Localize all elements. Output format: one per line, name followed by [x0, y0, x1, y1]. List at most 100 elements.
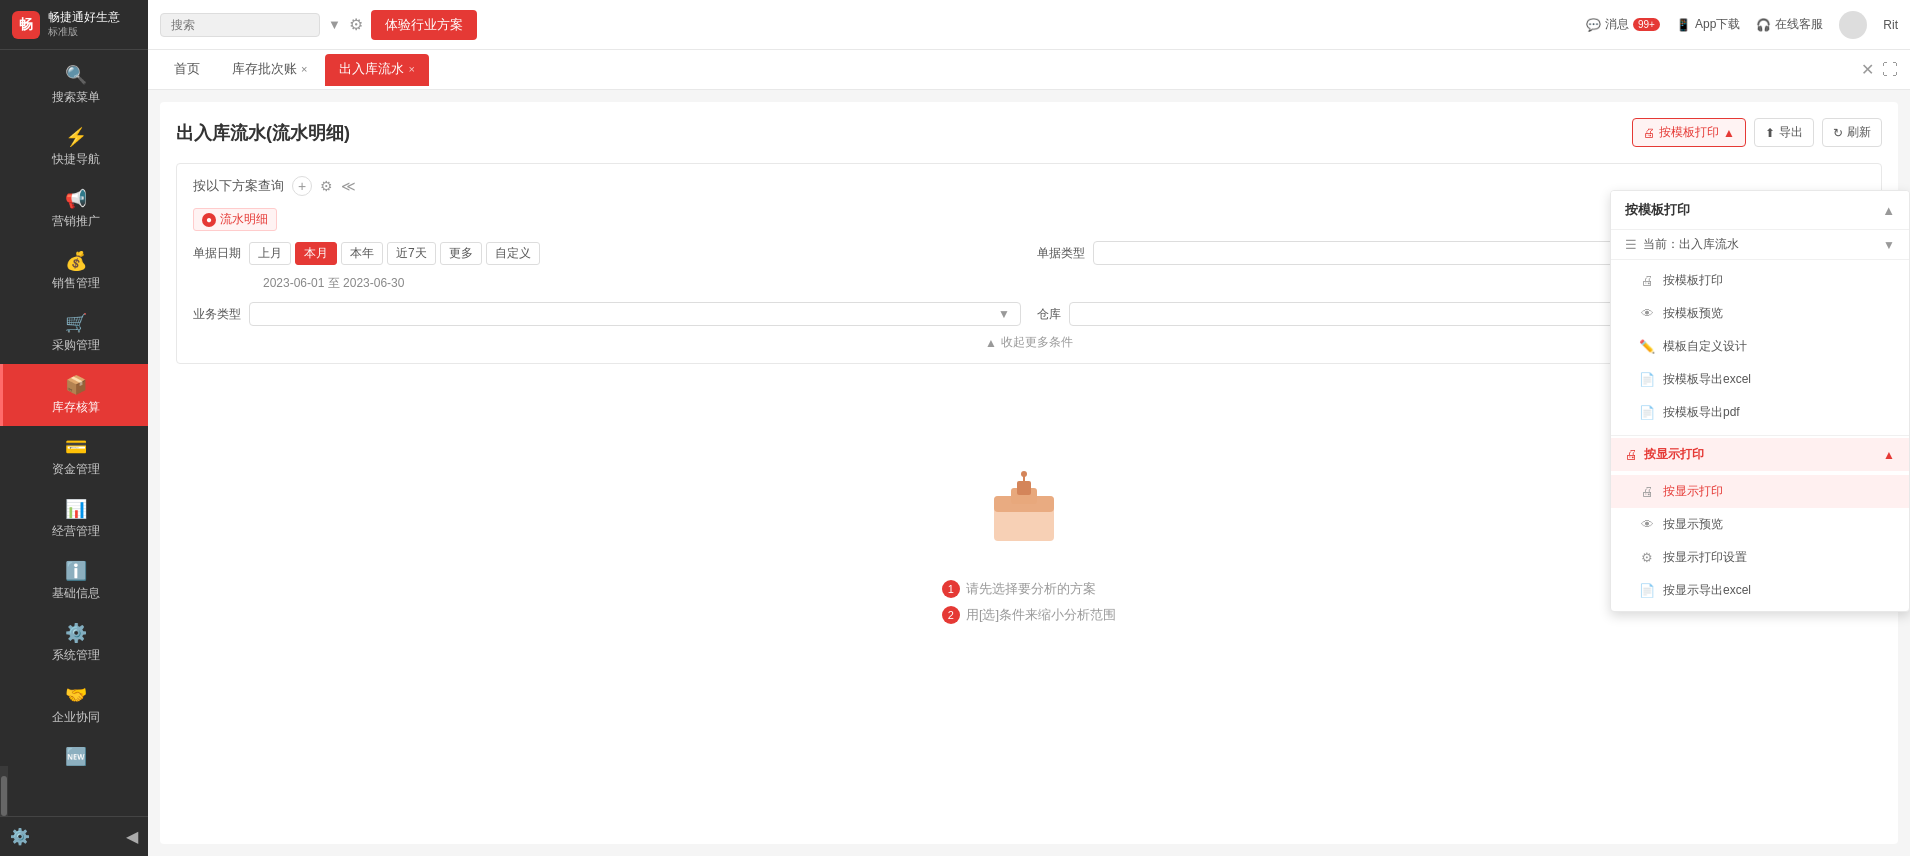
date-option-0[interactable]: 上月 [249, 242, 291, 265]
nav-icon-purchase: 🛒 [65, 312, 87, 334]
topbar-gear-icon[interactable]: ⚙ [349, 15, 363, 34]
date-option-5[interactable]: 自定义 [486, 242, 540, 265]
avatar[interactable] [1839, 11, 1867, 39]
date-option-1[interactable]: 本月 [295, 242, 337, 265]
filter-add-button[interactable]: + [292, 176, 312, 196]
template-item-4[interactable]: 📄按模板导出pdf [1611, 396, 1909, 429]
template-icon-3: 📄 [1639, 372, 1655, 388]
nav-label-quick: 快捷导航 [52, 151, 100, 168]
display-item-0[interactable]: 🖨按显示打印 [1611, 475, 1909, 508]
tab-close-batch[interactable]: × [301, 63, 307, 75]
tab-close-flow[interactable]: × [408, 63, 414, 75]
display-item-1[interactable]: 👁按显示预览 [1611, 508, 1909, 541]
filter-collapse-icon[interactable]: ≪ [341, 178, 356, 194]
date-option-4[interactable]: 更多 [440, 242, 482, 265]
sidebar-item-finance[interactable]: 💳 资金管理 [0, 426, 148, 488]
display-item-3[interactable]: 📄按显示导出excel [1611, 574, 1909, 607]
biz-arrow: ▼ [998, 307, 1010, 321]
app-download-button[interactable]: 📱 App下载 [1676, 16, 1740, 33]
collapse-button[interactable]: ▲ 收起更多条件 [985, 334, 1073, 351]
sidebar-item-system[interactable]: ⚙️系统管理 [0, 612, 148, 674]
sidebar-item-purchase[interactable]: 🛒 采购管理 [0, 302, 148, 364]
sidebar-scrollbar[interactable] [0, 766, 8, 816]
settings-icon[interactable]: ⚙️ [10, 827, 30, 846]
sidebar-item-marketing[interactable]: 📢营销推广 [0, 178, 148, 240]
template-label-3: 按模板导出excel [1663, 371, 1751, 388]
display-item-4[interactable]: 📄按显示导出pdf [1611, 607, 1909, 611]
topbar: ▼ ⚙ 体验行业方案 💬 消息 99+ 📱 App下载 🎧 在线客服 Rit [148, 0, 1910, 50]
nav-label-basic: 基础信息 [52, 585, 100, 602]
display-icon-3: 📄 [1639, 583, 1655, 599]
template-icon-0: 🖨 [1639, 273, 1655, 289]
collapse-icon[interactable]: ◀ [126, 827, 138, 846]
active-filter-tag[interactable]: ● 流水明细 [193, 208, 277, 231]
current-arrow[interactable]: ▼ [1883, 238, 1895, 252]
nav-label-purchase: 采购管理 [52, 337, 100, 354]
tab-batch[interactable]: 库存批次账× [218, 54, 321, 86]
print-template-button[interactable]: 🖨 按模板打印 ▲ [1632, 118, 1746, 147]
trial-button[interactable]: 体验行业方案 [371, 10, 477, 40]
online-service-button[interactable]: 🎧 在线客服 [1756, 16, 1823, 33]
sidebar-item-inventory[interactable]: 📦库存核算 [0, 364, 148, 426]
date-option-2[interactable]: 本年 [341, 242, 383, 265]
dropdown-close-arrow[interactable]: ▲ [1882, 203, 1895, 218]
display-section-arrow[interactable]: ▲ [1883, 448, 1895, 462]
display-item-2[interactable]: ⚙按显示打印设置 [1611, 541, 1909, 574]
app-label: App下载 [1695, 16, 1740, 33]
sidebar-item-sales[interactable]: 💰销售管理 [0, 240, 148, 302]
search-input[interactable] [160, 13, 320, 37]
chevron-up-icon: ▲ [1723, 126, 1735, 140]
biz-type-filter: 业务类型 ▼ [193, 302, 1021, 326]
service-label: 在线客服 [1775, 16, 1823, 33]
username[interactable]: Rit [1883, 18, 1898, 32]
message-button[interactable]: 💬 消息 99+ [1586, 16, 1660, 33]
export-button[interactable]: ⬆ 导出 [1754, 118, 1814, 147]
topbar-arrow-icon[interactable]: ▼ [328, 17, 341, 32]
scroll-thumb [1, 776, 7, 816]
date-option-3[interactable]: 近7天 [387, 242, 436, 265]
display-icon-1: 👁 [1639, 517, 1655, 533]
tag-label: 流水明细 [220, 211, 268, 228]
app-icon: 📱 [1676, 18, 1691, 32]
sidebar-item-search[interactable]: 🔍 搜索菜单 [0, 54, 148, 116]
template-item-1[interactable]: 👁按模板预览 [1611, 297, 1909, 330]
tab-close-all[interactable]: ✕ [1861, 60, 1874, 79]
filter-settings-icon[interactable]: ⚙ [320, 178, 333, 194]
sidebar: 畅 畅捷通好生意 标准版 🔍搜索菜单⚡快捷导航📢营销推广💰销售管理🛒采购管理📦库… [0, 0, 148, 856]
sidebar-item-corp[interactable]: 🤝企业协同 [0, 674, 148, 736]
sidebar-item-operations[interactable]: 📊经营管理 [0, 488, 148, 550]
refresh-button[interactable]: ↻ 刷新 [1822, 118, 1882, 147]
nav-icon-finance: 💳 [65, 436, 87, 458]
template-item-2[interactable]: ✏️模板自定义设计 [1611, 330, 1909, 363]
nav-icon-corp: 🤝 [65, 684, 87, 706]
tab-expand[interactable]: ⛶ [1882, 61, 1898, 79]
template-item-3[interactable]: 📄 按模板导出excel [1611, 363, 1909, 396]
message-label: 消息 [1605, 16, 1629, 33]
date-label: 单据日期 [193, 245, 241, 262]
biz-type-select[interactable]: ▼ [249, 302, 1021, 326]
tab-flow[interactable]: 出入库流水× [325, 54, 428, 86]
date-range: 2023-06-01 至 2023-06-30 [263, 276, 404, 290]
current-icon: ☰ [1625, 237, 1637, 252]
message-badge: 99+ [1633, 18, 1660, 31]
tab-far-right: ✕ ⛶ [1861, 60, 1898, 79]
sidebar-item-guide[interactable]: 🆕新手引导 [0, 736, 148, 766]
display-section-header[interactable]: 🖨 按显示打印 ▲ [1611, 438, 1909, 471]
nav-label-finance: 资金管理 [52, 461, 100, 478]
nav-label-search: 搜索菜单 [52, 89, 100, 106]
template-item-0[interactable]: 🖨按模板打印 [1611, 264, 1909, 297]
current-label: 当前：出入库流水 [1643, 236, 1739, 253]
template-label-1: 按模板预览 [1663, 305, 1723, 322]
display-label-2: 按显示打印设置 [1663, 549, 1747, 566]
refresh-icon: ↻ [1833, 126, 1843, 140]
nav-label-marketing: 营销推广 [52, 213, 100, 230]
nav-icon-basic: ℹ️ [65, 560, 87, 582]
export-icon: ⬆ [1765, 126, 1775, 140]
page-title: 出入库流水(流水明细) [176, 121, 350, 145]
tab-home[interactable]: 首页 [160, 54, 214, 86]
nav-icon-search: 🔍 [65, 64, 87, 86]
sidebar-item-basic[interactable]: ℹ️ 基础信息 [0, 550, 148, 612]
nav-icon-operations: 📊 [65, 498, 87, 520]
sidebar-item-quick[interactable]: ⚡快捷导航 [0, 116, 148, 178]
nav-icon-system: ⚙️ [65, 622, 87, 644]
